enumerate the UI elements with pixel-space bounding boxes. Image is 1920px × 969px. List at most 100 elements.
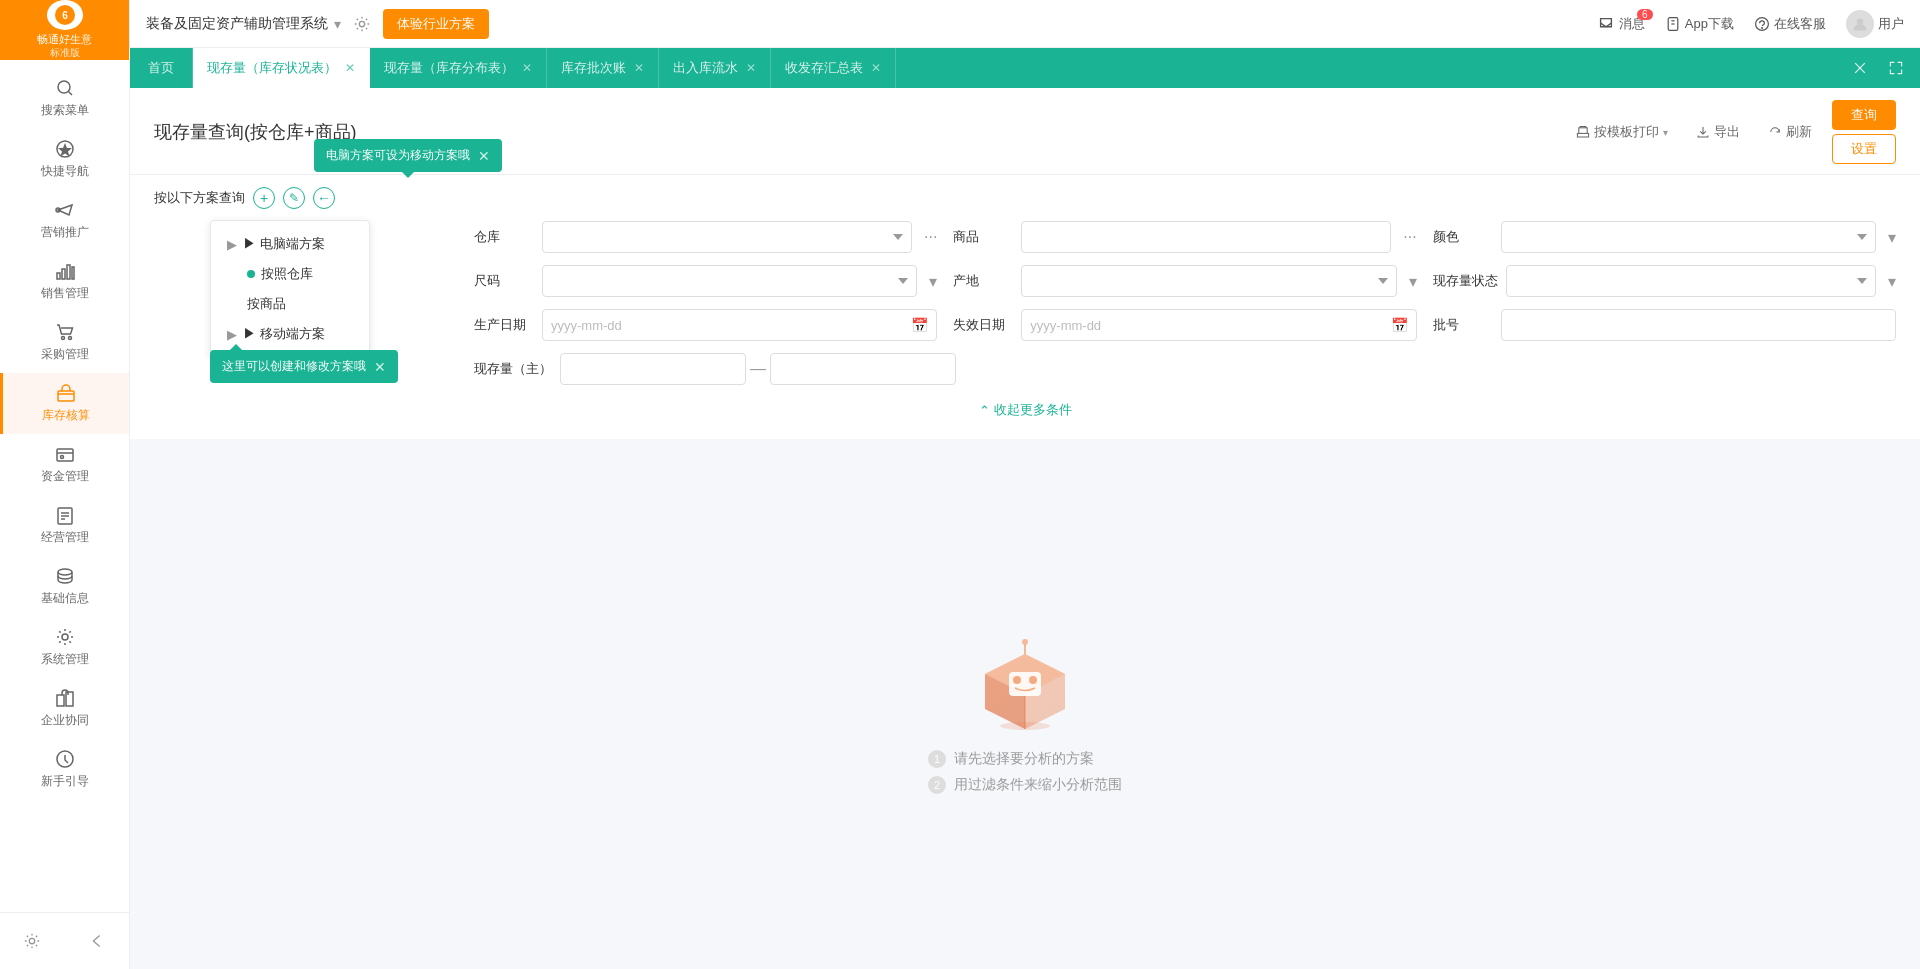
main-area: 装备及固定资产辅助管理系统 ▾ 体验行业方案 消息 6 App下载 在线客服 <box>130 0 1920 969</box>
filter-add-btn[interactable]: + <box>253 187 275 209</box>
online-support-btn[interactable]: 在线客服 <box>1754 15 1826 33</box>
svg-line-3 <box>68 92 72 96</box>
sidebar-item-guide[interactable]: 新手引导 <box>0 739 129 800</box>
sidebar-nav: 搜索菜单 快捷导航 营销推广 销售管理 采购管理 库存核算 资金管理 经营管理 <box>0 60 129 912</box>
svg-point-11 <box>61 337 64 340</box>
plan-tree-mobile-arrow: ▶ <box>227 327 237 342</box>
empty-tip-1: 1 请先选择要分析的方案 <box>928 750 1122 768</box>
filter-back-btn[interactable]: ← <box>313 187 335 209</box>
prod-date-icon: 📅 <box>911 317 928 333</box>
filter-rows: 仓库 ··· 商品 ··· 颜色 <box>474 221 1896 385</box>
print-template-btn[interactable]: 按模板打印 ▾ <box>1568 119 1676 145</box>
refresh-btn[interactable]: 刷新 <box>1760 119 1820 145</box>
svg-rect-36 <box>1579 128 1587 134</box>
sidebar-item-finance[interactable]: 资金管理 <box>0 434 129 495</box>
tab-inventory-status[interactable]: 现存量（库存状况表） ✕ <box>193 48 370 88</box>
svg-point-12 <box>68 337 71 340</box>
origin-select[interactable] <box>1021 265 1396 297</box>
filter-header-label: 按以下方案查询 <box>154 189 245 207</box>
empty-illustration <box>965 614 1085 734</box>
size-select[interactable] <box>542 265 917 297</box>
svg-rect-10 <box>72 267 74 279</box>
tabbar-right <box>1836 48 1920 88</box>
filter-field-size: 尺码 ▾ <box>474 265 937 297</box>
sidebar-label-marketing: 营销推广 <box>41 224 89 241</box>
query-btn[interactable]: 查询 <box>1832 100 1896 130</box>
tab-home[interactable]: 首页 <box>130 48 193 88</box>
plan-tree-item1[interactable]: 按照仓库 <box>231 259 369 289</box>
tab-inventory-dist[interactable]: 现存量（库存分布表） ✕ <box>370 48 547 88</box>
plan-tree-desktop[interactable]: ▶ ▶ 电脑端方案 <box>211 229 369 259</box>
tab-batch-ledger[interactable]: 库存批次账 ✕ <box>547 48 659 88</box>
plan-tree-item2[interactable]: 按商品 <box>231 289 369 319</box>
tab-close-inventory-dist[interactable]: ✕ <box>522 61 532 75</box>
tab-inout-flow[interactable]: 出入库流水 ✕ <box>659 48 771 88</box>
sidebar-settings-btn[interactable] <box>16 925 48 957</box>
goods-label: 商品 <box>953 228 1013 246</box>
tab-recv-send[interactable]: 收发存汇总表 ✕ <box>771 48 896 88</box>
tab-close-all-btn[interactable] <box>1846 54 1874 82</box>
svg-point-27 <box>359 21 364 26</box>
color-select[interactable] <box>1501 221 1876 253</box>
filter-field-warehouse: 仓库 ··· <box>474 221 937 253</box>
origin-label: 产地 <box>953 272 1013 290</box>
system-name: 装备及固定资产辅助管理系统 ▾ <box>146 15 341 33</box>
expiry-date-label: 失效日期 <box>953 316 1013 334</box>
sidebar-collapse-btn[interactable] <box>81 925 113 957</box>
filter-row-1: 仓库 ··· 商品 ··· 颜色 <box>474 221 1896 253</box>
filter-edit-btn[interactable]: ✎ <box>283 187 305 209</box>
svg-rect-37 <box>1009 672 1041 696</box>
stock-qty-min[interactable] <box>560 353 746 385</box>
filter-field-color: 颜色 ▾ <box>1433 221 1896 253</box>
warehouse-select[interactable] <box>542 221 912 253</box>
color-dropdown-arrow: ▾ <box>1888 228 1896 247</box>
svg-point-22 <box>62 634 68 640</box>
tabbar: 首页 现存量（库存状况表） ✕ 现存量（库存分布表） ✕ 库存批次账 ✕ 出入库… <box>130 48 1920 88</box>
sidebar-item-inventory[interactable]: 库存核算 <box>0 373 129 434</box>
tab-fullscreen-btn[interactable] <box>1882 54 1910 82</box>
trial-btn[interactable]: 体验行业方案 <box>383 9 489 39</box>
tab-close-inout-flow[interactable]: ✕ <box>746 61 756 75</box>
settings-filter-btn[interactable]: 设置 <box>1832 134 1896 164</box>
logo-icon: 6 <box>47 0 83 30</box>
sidebar-item-search[interactable]: 搜索菜单 <box>0 68 129 129</box>
svg-rect-13 <box>58 391 74 401</box>
filter-row-2: 尺码 ▾ 产地 ▾ <box>474 265 1896 297</box>
filter-field-goods: 商品 ··· <box>953 221 1416 253</box>
svg-point-38 <box>1013 676 1021 684</box>
tab-close-batch-ledger[interactable]: ✕ <box>634 61 644 75</box>
collapse-more-btn[interactable]: ⌃ 收起更多条件 <box>154 393 1896 427</box>
user-profile-btn[interactable]: 用户 <box>1846 10 1904 38</box>
tooltip1-close-btn[interactable]: ✕ <box>478 148 490 164</box>
export-btn[interactable]: 导出 <box>1688 119 1748 145</box>
sidebar-item-quick-nav[interactable]: 快捷导航 <box>0 129 129 190</box>
app-download-btn[interactable]: App下载 <box>1665 15 1734 33</box>
svg-rect-8 <box>62 269 65 279</box>
filter-fields-container: 仓库 ··· 商品 ··· 颜色 <box>474 221 1896 385</box>
tab-close-recv-send[interactable]: ✕ <box>871 61 881 75</box>
sidebar-item-operations[interactable]: 经营管理 <box>0 495 129 556</box>
warehouse-label: 仓库 <box>474 228 534 246</box>
batch-input[interactable] <box>1501 309 1896 341</box>
svg-point-33 <box>1857 18 1863 24</box>
tip-num-2: 2 <box>928 776 946 794</box>
message-btn[interactable]: 消息 6 <box>1597 15 1645 33</box>
sidebar-item-purchase[interactable]: 采购管理 <box>0 312 129 373</box>
topbar: 装备及固定资产辅助管理系统 ▾ 体验行业方案 消息 6 App下载 在线客服 <box>130 0 1920 48</box>
stock-qty-max[interactable] <box>770 353 956 385</box>
sidebar-item-system[interactable]: 系统管理 <box>0 617 129 678</box>
sidebar-item-sales[interactable]: 销售管理 <box>0 251 129 312</box>
goods-input[interactable] <box>1021 221 1391 253</box>
stock-qty-range: — <box>560 353 956 385</box>
prod-date-input[interactable]: yyyy-mm-dd 📅 <box>542 309 937 341</box>
sidebar-item-marketing[interactable]: 营销推广 <box>0 190 129 251</box>
settings-gear-btn[interactable] <box>353 15 371 33</box>
sidebar-item-enterprise[interactable]: 企业协同 <box>0 678 129 739</box>
stock-status-select[interactable] <box>1506 265 1876 297</box>
tab-close-inventory-status[interactable]: ✕ <box>345 61 355 75</box>
svg-point-42 <box>1000 722 1050 730</box>
sidebar-item-basic-info[interactable]: 基础信息 <box>0 556 129 617</box>
expiry-date-input[interactable]: yyyy-mm-dd 📅 <box>1021 309 1416 341</box>
tooltip2-close-btn[interactable]: ✕ <box>374 359 386 375</box>
filter-field-batch: 批号 <box>1433 309 1896 341</box>
